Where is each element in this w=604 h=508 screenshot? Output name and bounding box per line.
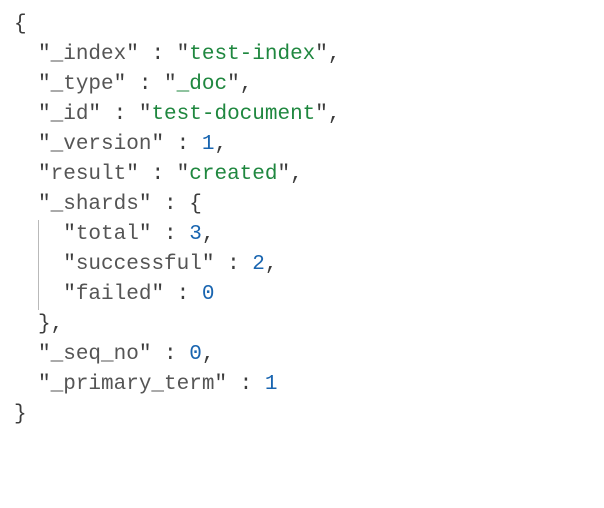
val-result: "created" — [177, 163, 290, 186]
json-block: { "_index" : "test-index", "_type" : "_d… — [14, 10, 590, 430]
key-shards-total: "total" — [63, 223, 151, 246]
key-shards: "_shards" — [38, 193, 151, 216]
shards-close-brace: } — [38, 313, 51, 336]
key-shards-successful: "successful" — [63, 253, 214, 276]
brace-open: { — [14, 13, 27, 36]
val-shards-successful: 2 — [252, 253, 265, 276]
val-version: 1 — [202, 133, 215, 156]
key-id: "_id" — [38, 103, 101, 126]
key-index: "_index" — [38, 43, 139, 66]
val-type: "_doc" — [164, 73, 240, 96]
val-seqno: 0 — [189, 343, 202, 366]
val-index: "test-index" — [177, 43, 328, 66]
key-result: "result" — [38, 163, 139, 186]
shards-open-brace: { — [189, 193, 202, 216]
val-primaryterm: 1 — [265, 373, 278, 396]
brace-close: } — [14, 403, 27, 426]
val-shards-failed: 0 — [202, 283, 215, 306]
key-seqno: "_seq_no" — [38, 343, 151, 366]
key-shards-failed: "failed" — [63, 283, 164, 306]
val-id: "test-document" — [139, 103, 328, 126]
key-primaryterm: "_primary_term" — [38, 373, 227, 396]
key-version: "_version" — [38, 133, 164, 156]
val-shards-total: 3 — [189, 223, 202, 246]
key-type: "_type" — [38, 73, 126, 96]
